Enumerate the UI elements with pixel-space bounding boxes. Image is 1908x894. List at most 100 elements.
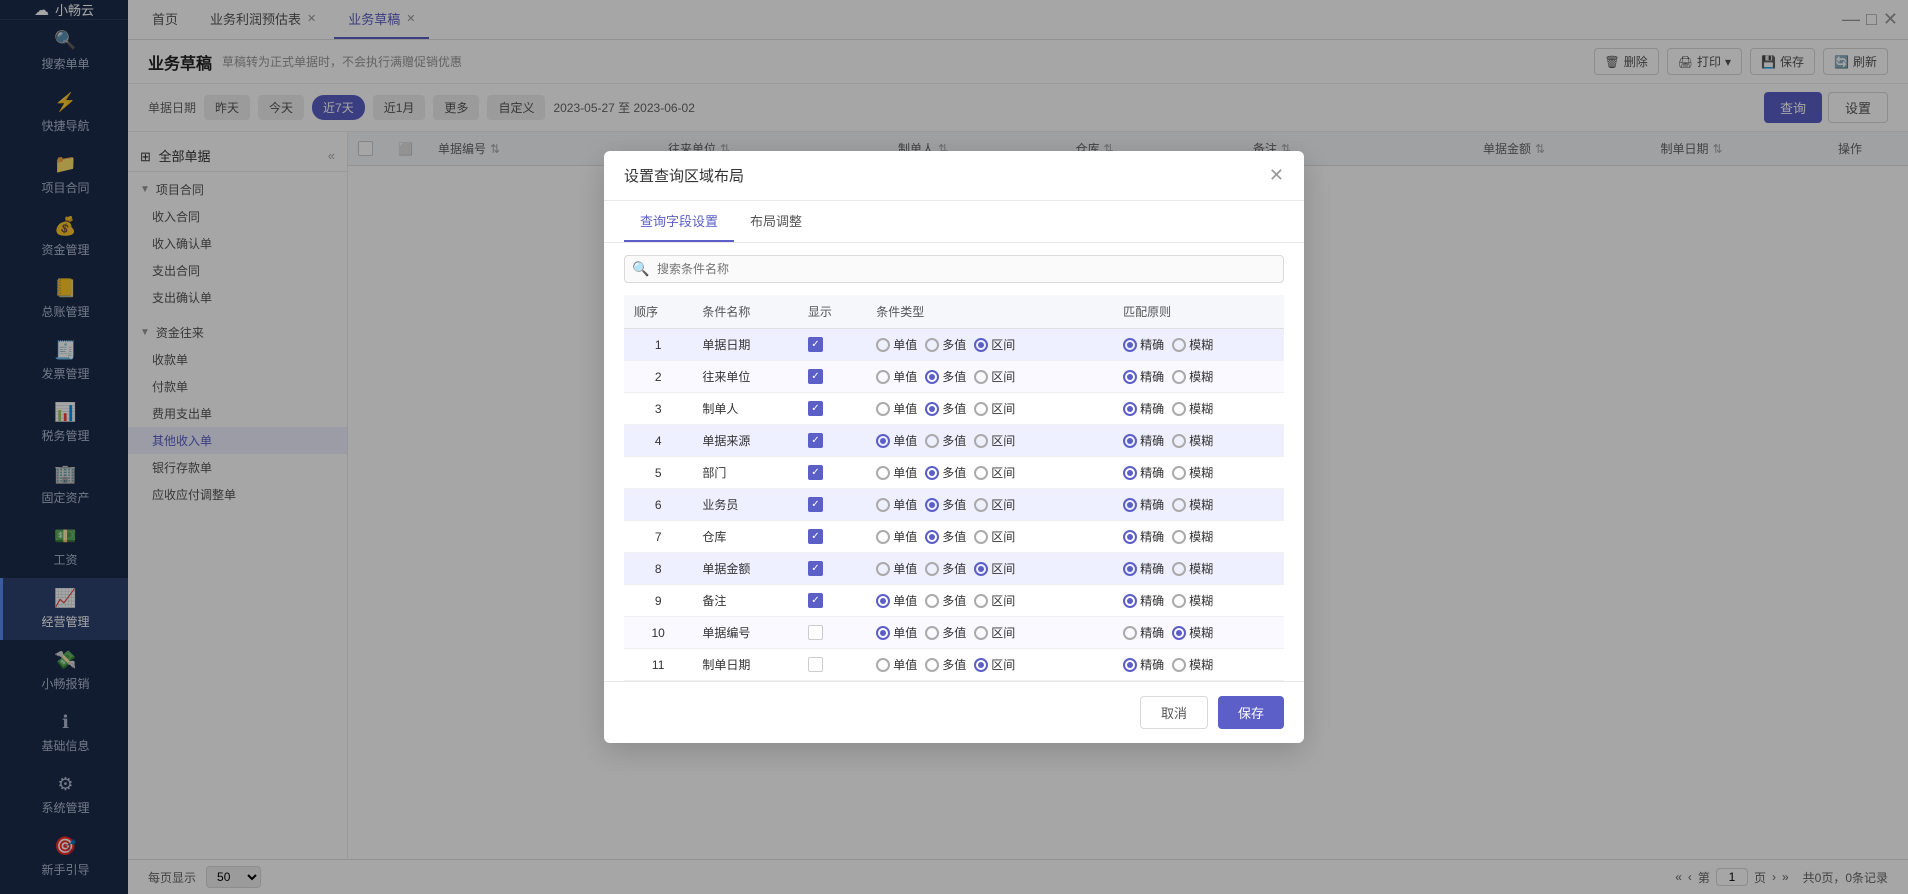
radio-match-精确[interactable]: 精确 bbox=[1123, 528, 1164, 545]
radio-match-模糊[interactable]: 模糊 bbox=[1172, 528, 1213, 545]
modal-save-button[interactable]: 保存 bbox=[1218, 696, 1284, 729]
row-type-radio[interactable]: 单值多值区间 bbox=[866, 425, 1113, 457]
row-type-radio[interactable]: 单值多值区间 bbox=[866, 489, 1113, 521]
radio-match-精确[interactable]: 精确 bbox=[1123, 656, 1164, 673]
row-match-radio[interactable]: 精确模糊 bbox=[1113, 521, 1284, 553]
row-display-checkbox[interactable] bbox=[798, 617, 866, 649]
row-display-checkbox[interactable]: ✓ bbox=[798, 489, 866, 521]
radio-type-区间[interactable]: 区间 bbox=[974, 496, 1015, 513]
row-display-checkbox[interactable]: ✓ bbox=[798, 457, 866, 489]
radio-type-单值[interactable]: 单值 bbox=[876, 368, 917, 385]
radio-type-区间[interactable]: 区间 bbox=[974, 464, 1015, 481]
radio-match-精确[interactable]: 精确 bbox=[1123, 400, 1164, 417]
row-match-radio[interactable]: 精确模糊 bbox=[1113, 585, 1284, 617]
row-match-radio[interactable]: 精确模糊 bbox=[1113, 425, 1284, 457]
row-type-radio[interactable]: 单值多值区间 bbox=[866, 361, 1113, 393]
row-match-radio[interactable]: 精确模糊 bbox=[1113, 649, 1284, 681]
checkbox-checked[interactable]: ✓ bbox=[808, 561, 823, 576]
radio-match-精确[interactable]: 精确 bbox=[1123, 432, 1164, 449]
radio-type-单值[interactable]: 单值 bbox=[876, 336, 917, 353]
radio-type-单值[interactable]: 单值 bbox=[876, 432, 917, 449]
radio-type-区间[interactable]: 区间 bbox=[974, 368, 1015, 385]
radio-match-精确[interactable]: 精确 bbox=[1123, 368, 1164, 385]
row-match-radio[interactable]: 精确模糊 bbox=[1113, 617, 1284, 649]
radio-type-区间[interactable]: 区间 bbox=[974, 624, 1015, 641]
radio-match-精确[interactable]: 精确 bbox=[1123, 464, 1164, 481]
modal-tab-layout-adjust[interactable]: 布局调整 bbox=[734, 201, 818, 242]
row-type-radio[interactable]: 单值多值区间 bbox=[866, 457, 1113, 489]
checkbox-checked[interactable]: ✓ bbox=[808, 433, 823, 448]
row-match-radio[interactable]: 精确模糊 bbox=[1113, 553, 1284, 585]
radio-type-单值[interactable]: 单值 bbox=[876, 400, 917, 417]
radio-match-模糊[interactable]: 模糊 bbox=[1172, 496, 1213, 513]
radio-type-多值[interactable]: 多值 bbox=[925, 464, 966, 481]
cancel-button[interactable]: 取消 bbox=[1140, 696, 1208, 729]
row-display-checkbox[interactable]: ✓ bbox=[798, 329, 866, 361]
row-type-radio[interactable]: 单值多值区间 bbox=[866, 649, 1113, 681]
radio-type-单值[interactable]: 单值 bbox=[876, 496, 917, 513]
radio-match-精确[interactable]: 精确 bbox=[1123, 592, 1164, 609]
row-display-checkbox[interactable]: ✓ bbox=[798, 393, 866, 425]
radio-match-模糊[interactable]: 模糊 bbox=[1172, 624, 1213, 641]
row-match-radio[interactable]: 精确模糊 bbox=[1113, 489, 1284, 521]
row-match-radio[interactable]: 精确模糊 bbox=[1113, 329, 1284, 361]
row-match-radio[interactable]: 精确模糊 bbox=[1113, 361, 1284, 393]
radio-type-单值[interactable]: 单值 bbox=[876, 656, 917, 673]
radio-type-多值[interactable]: 多值 bbox=[925, 432, 966, 449]
checkbox-unchecked[interactable] bbox=[808, 657, 823, 672]
radio-type-单值[interactable]: 单值 bbox=[876, 528, 917, 545]
radio-match-模糊[interactable]: 模糊 bbox=[1172, 656, 1213, 673]
radio-type-多值[interactable]: 多值 bbox=[925, 400, 966, 417]
checkbox-checked[interactable]: ✓ bbox=[808, 529, 823, 544]
radio-type-多值[interactable]: 多值 bbox=[925, 592, 966, 609]
checkbox-checked[interactable]: ✓ bbox=[808, 337, 823, 352]
radio-match-模糊[interactable]: 模糊 bbox=[1172, 368, 1213, 385]
radio-type-多值[interactable]: 多值 bbox=[925, 560, 966, 577]
radio-match-精确[interactable]: 精确 bbox=[1123, 624, 1164, 641]
row-type-radio[interactable]: 单值多值区间 bbox=[866, 393, 1113, 425]
row-type-radio[interactable]: 单值多值区间 bbox=[866, 585, 1113, 617]
row-match-radio[interactable]: 精确模糊 bbox=[1113, 393, 1284, 425]
checkbox-checked[interactable]: ✓ bbox=[808, 465, 823, 480]
checkbox-unchecked[interactable] bbox=[808, 625, 823, 640]
radio-type-单值[interactable]: 单值 bbox=[876, 560, 917, 577]
row-type-radio[interactable]: 单值多值区间 bbox=[866, 553, 1113, 585]
radio-type-多值[interactable]: 多值 bbox=[925, 656, 966, 673]
radio-type-多值[interactable]: 多值 bbox=[925, 496, 966, 513]
radio-type-单值[interactable]: 单值 bbox=[876, 624, 917, 641]
radio-type-区间[interactable]: 区间 bbox=[974, 560, 1015, 577]
radio-type-区间[interactable]: 区间 bbox=[974, 656, 1015, 673]
radio-type-多值[interactable]: 多值 bbox=[925, 336, 966, 353]
row-display-checkbox[interactable]: ✓ bbox=[798, 361, 866, 393]
checkbox-checked[interactable]: ✓ bbox=[808, 593, 823, 608]
radio-type-区间[interactable]: 区间 bbox=[974, 400, 1015, 417]
modal-close-button[interactable]: ✕ bbox=[1269, 165, 1284, 186]
row-match-radio[interactable]: 精确模糊 bbox=[1113, 457, 1284, 489]
radio-type-区间[interactable]: 区间 bbox=[974, 336, 1015, 353]
radio-match-模糊[interactable]: 模糊 bbox=[1172, 432, 1213, 449]
radio-type-区间[interactable]: 区间 bbox=[974, 592, 1015, 609]
checkbox-checked[interactable]: ✓ bbox=[808, 369, 823, 384]
modal-overlay[interactable]: 设置查询区域布局 ✕ 查询字段设置 布局调整 🔍 bbox=[0, 0, 1908, 894]
radio-match-精确[interactable]: 精确 bbox=[1123, 336, 1164, 353]
modal-search-input[interactable] bbox=[624, 255, 1284, 283]
radio-type-多值[interactable]: 多值 bbox=[925, 368, 966, 385]
row-type-radio[interactable]: 单值多值区间 bbox=[866, 617, 1113, 649]
row-type-radio[interactable]: 单值多值区间 bbox=[866, 521, 1113, 553]
radio-match-模糊[interactable]: 模糊 bbox=[1172, 592, 1213, 609]
radio-type-单值[interactable]: 单值 bbox=[876, 464, 917, 481]
row-display-checkbox[interactable]: ✓ bbox=[798, 521, 866, 553]
row-display-checkbox[interactable]: ✓ bbox=[798, 425, 866, 457]
modal-tab-field-settings[interactable]: 查询字段设置 bbox=[624, 201, 734, 242]
radio-type-多值[interactable]: 多值 bbox=[925, 624, 966, 641]
row-display-checkbox[interactable]: ✓ bbox=[798, 585, 866, 617]
row-display-checkbox[interactable]: ✓ bbox=[798, 553, 866, 585]
radio-match-模糊[interactable]: 模糊 bbox=[1172, 464, 1213, 481]
radio-match-精确[interactable]: 精确 bbox=[1123, 496, 1164, 513]
checkbox-checked[interactable]: ✓ bbox=[808, 497, 823, 512]
row-type-radio[interactable]: 单值多值区间 bbox=[866, 329, 1113, 361]
radio-type-单值[interactable]: 单值 bbox=[876, 592, 917, 609]
radio-type-多值[interactable]: 多值 bbox=[925, 528, 966, 545]
radio-match-模糊[interactable]: 模糊 bbox=[1172, 400, 1213, 417]
radio-type-区间[interactable]: 区间 bbox=[974, 432, 1015, 449]
